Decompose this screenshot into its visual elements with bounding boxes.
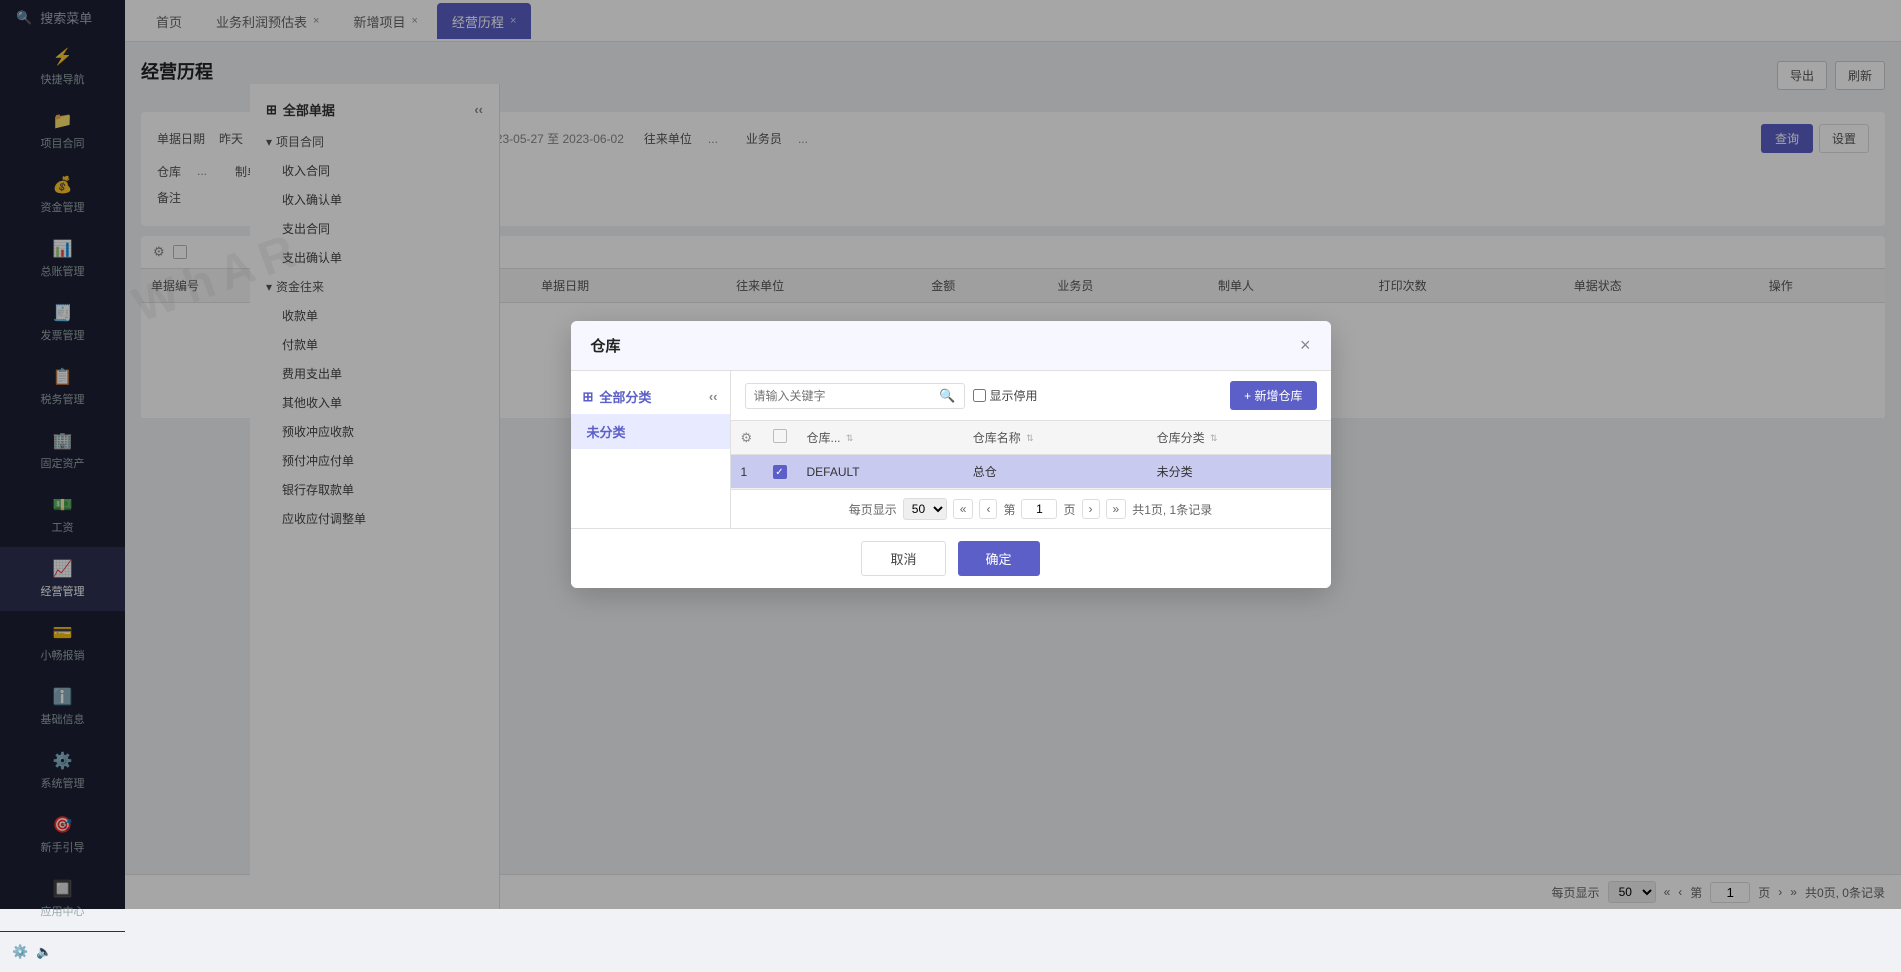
modal-pagination-prev[interactable]: ‹ xyxy=(979,499,997,519)
modal-pagination-next[interactable]: › xyxy=(1082,499,1100,519)
modal-row-code: DEFAULT xyxy=(797,455,963,489)
volume-icon[interactable]: 🔈 xyxy=(36,944,52,960)
modal-total-text: 共1页, 1条记录 xyxy=(1132,501,1212,518)
modal-search-icon: 🔍 xyxy=(939,388,955,404)
modal-left-header[interactable]: ⊞ 全部分类 ‹‹ xyxy=(571,379,730,414)
modal-left-panel: ⊞ 全部分类 ‹‹ 未分类 xyxy=(571,371,731,528)
modal-pagination: 每页显示 50 « ‹ 第 页 › » 共1页, 1条记录 xyxy=(731,489,1331,528)
modal-title: 仓库 xyxy=(591,335,621,356)
modal-overlay[interactable]: 仓库 × ⊞ 全部分类 ‹‹ 未分类 xyxy=(0,0,1901,909)
modal-col-category[interactable]: 仓库分类 ⇅ xyxy=(1147,421,1331,455)
modal-row-id: 1 xyxy=(731,455,763,489)
settings-icon[interactable]: ⚙️ xyxy=(12,944,28,960)
modal-col-gear: ⚙ xyxy=(731,421,763,455)
modal-left-collapse-icon[interactable]: ‹‹ xyxy=(709,389,718,404)
sidebar-bottom: ⚙️ 🔈 xyxy=(0,931,125,972)
modal-table: ⚙ 仓库... ⇅ xyxy=(731,421,1331,489)
modal-confirm-button[interactable]: 确定 xyxy=(958,541,1040,576)
modal-search: 🔍 xyxy=(745,383,965,409)
modal-right-panel: 🔍 显示停用 + 新增仓库 xyxy=(731,371,1331,528)
modal-left-header-label: 全部分类 xyxy=(599,387,651,406)
modal-page-prefix: 第 xyxy=(1003,501,1015,518)
modal-col-name-sort: ⇅ xyxy=(1026,433,1034,443)
modal-col-category-label: 仓库分类 xyxy=(1157,431,1205,445)
modal-table-wrap: ⚙ 仓库... ⇅ xyxy=(731,421,1331,489)
modal-row-category: 未分类 xyxy=(1147,455,1331,489)
modal-col-checkbox xyxy=(763,421,797,455)
modal-col-code-label: 仓库... xyxy=(807,431,841,445)
modal-row-select-checkbox[interactable]: ✓ xyxy=(773,465,787,479)
modal-footer: 取消 确定 xyxy=(571,528,1331,588)
modal-page-size-select[interactable]: 50 xyxy=(903,498,947,520)
grid-icon-modal: ⊞ xyxy=(583,389,594,405)
modal-body: ⊞ 全部分类 ‹‹ 未分类 🔍 xyxy=(571,371,1331,528)
modal-pagination-first[interactable]: « xyxy=(953,499,974,519)
modal-page-size-label: 每页显示 xyxy=(849,501,897,518)
modal-toolbar: 🔍 显示停用 + 新增仓库 xyxy=(731,371,1331,421)
show-disabled-text: 显示停用 xyxy=(990,387,1038,404)
modal-page-label: 页 xyxy=(1063,501,1075,518)
show-disabled-checkbox[interactable] xyxy=(973,389,986,402)
modal-table-row-1[interactable]: 1 ✓ DEFAULT 总仓 未分类 xyxy=(731,455,1331,489)
modal-col-gear-icon[interactable]: ⚙ xyxy=(741,430,753,445)
modal-warehouse: 仓库 × ⊞ 全部分类 ‹‹ 未分类 xyxy=(571,321,1331,588)
modal-row-checkbox[interactable]: ✓ xyxy=(763,455,797,489)
modal-pagination-last[interactable]: » xyxy=(1106,499,1127,519)
modal-col-name-label: 仓库名称 xyxy=(973,431,1021,445)
show-disabled-label[interactable]: 显示停用 xyxy=(973,387,1038,404)
modal-row-name: 总仓 xyxy=(963,455,1147,489)
app-container: 🔍 搜索菜单 ⚡ 快捷导航 📁 项目合同 💰 资金管理 📊 总账管理 🧾 发票管… xyxy=(0,0,1901,909)
modal-col-name[interactable]: 仓库名称 ⇅ xyxy=(963,421,1147,455)
modal-col-code-sort: ⇅ xyxy=(846,433,854,443)
modal-page-input[interactable] xyxy=(1021,499,1057,519)
modal-header: 仓库 × xyxy=(571,321,1331,371)
modal-add-warehouse-button[interactable]: + 新增仓库 xyxy=(1230,381,1316,410)
modal-col-code[interactable]: 仓库... ⇅ xyxy=(797,421,963,455)
modal-search-input[interactable] xyxy=(754,389,934,403)
modal-cancel-button[interactable]: 取消 xyxy=(861,541,945,576)
modal-left-item-unclassified[interactable]: 未分类 xyxy=(571,414,730,449)
modal-select-all[interactable] xyxy=(773,429,787,443)
modal-close-button[interactable]: × xyxy=(1300,335,1311,356)
modal-col-category-sort: ⇅ xyxy=(1210,433,1218,443)
